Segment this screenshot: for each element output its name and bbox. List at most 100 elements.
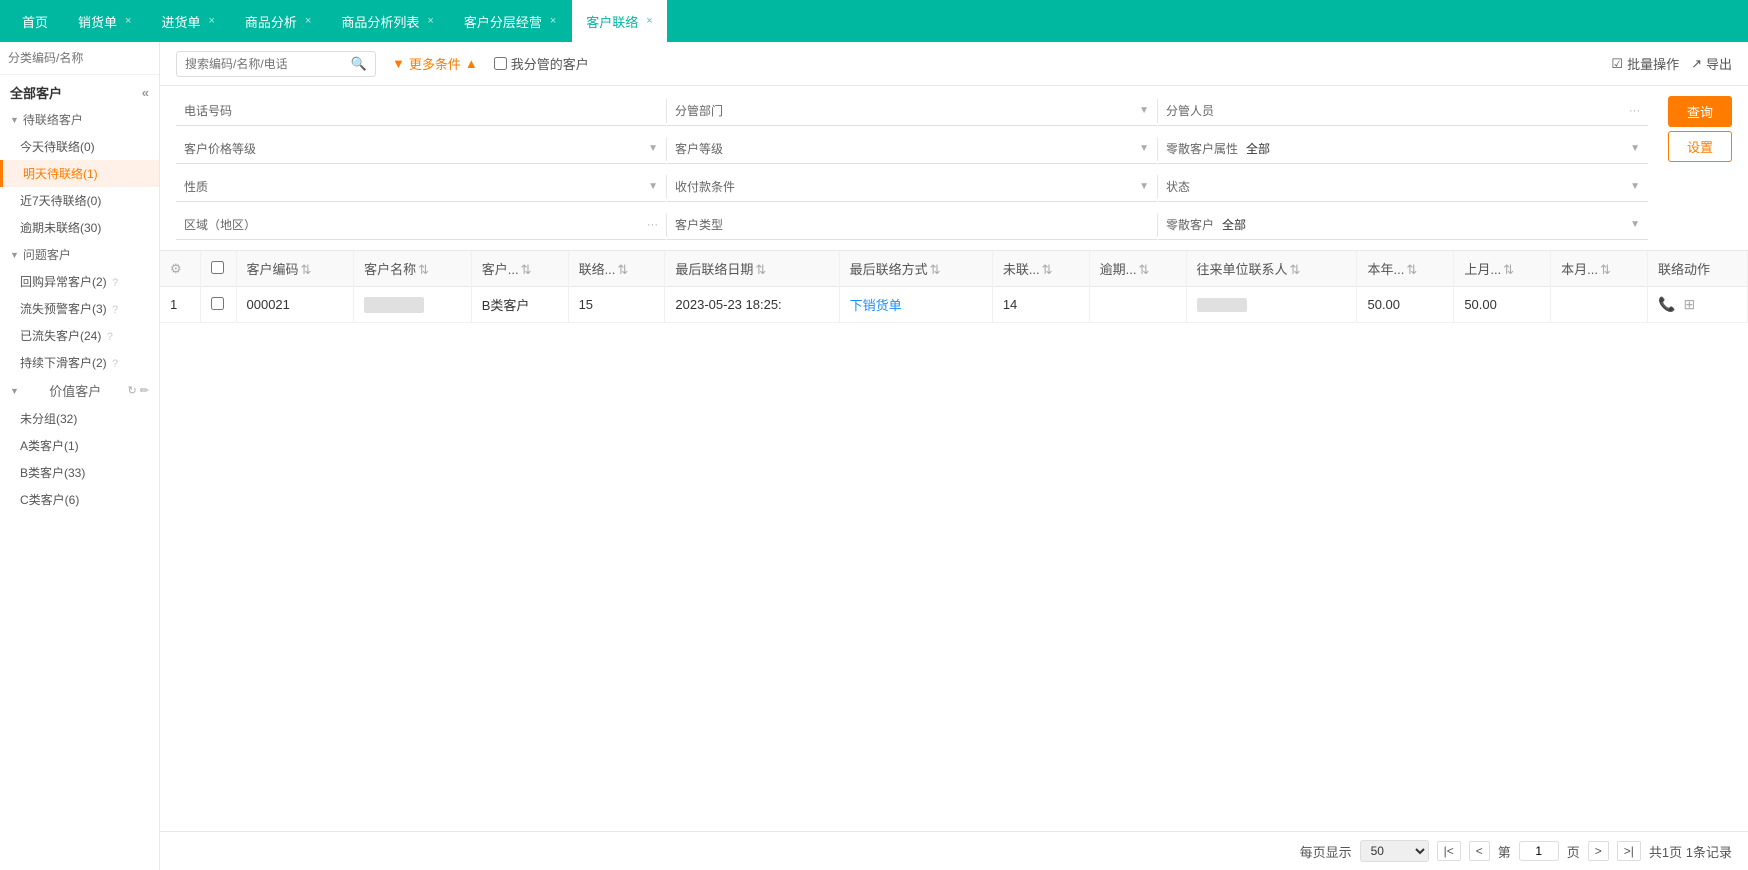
collapse-icon[interactable]: « [142,85,149,100]
sidebar-item-today[interactable]: 今天待联络(0) [0,133,159,160]
nav-product-analysis[interactable]: 商品分析 × [231,0,325,42]
filter-person: 分管人员 ··· [1158,96,1648,126]
close-product-analysis[interactable]: × [305,15,311,27]
sidebar-item-churned[interactable]: 已流失客户(24) ? [0,322,159,349]
my-customers-checkbox[interactable] [494,57,507,70]
all-customers-title[interactable]: 全部客户 « [0,75,159,106]
dropdown-icon[interactable]: ▼ [1139,143,1149,154]
last-page-button[interactable]: >| [1617,841,1641,861]
dropdown-icon[interactable]: ▼ [1139,181,1149,192]
filter-customer-grade[interactable]: 客户等级 ▼ [667,134,1157,164]
dropdown-icon[interactable]: ▼ [1139,105,1149,116]
next-page-button[interactable]: > [1588,841,1609,861]
sidebar-item-overdue[interactable]: 逾期未联络(30) [0,214,159,241]
cell-index: 1 [160,287,200,323]
page-size-select[interactable]: 50 100 200 [1360,840,1429,862]
filter-payment-terms[interactable]: 收付款条件 ▼ [667,172,1157,202]
close-purchase-order[interactable]: × [208,15,214,27]
filter-nature[interactable]: 性质 ▼ [176,172,666,202]
dropdown-icon[interactable]: ▼ [1630,181,1640,192]
sidebar-item-a-class[interactable]: A类客户(1) [0,432,159,459]
toolbar-right: ☑ 批量操作 ↗ 导出 [1611,54,1732,73]
close-customer-tier[interactable]: × [550,15,556,27]
batch-operation-button[interactable]: ☑ 批量操作 [1611,54,1679,73]
more-icon[interactable]: ··· [1629,105,1640,117]
more-icon[interactable]: ··· [647,219,658,231]
sidebar-group-value[interactable]: 价值客户 ↻ ✏ [0,376,159,405]
filter-panel: 电话号码 分管部门 ▼ 分管人员 ··· [160,86,1748,251]
nav-purchase-order[interactable]: 进货单 × [147,0,228,42]
grid-action-icon[interactable]: ⊞ [1683,296,1695,313]
nav-sales-order[interactable]: 销货单 × [64,0,145,42]
first-page-button[interactable]: |< [1437,841,1461,861]
filter-status[interactable]: 状态 ▼ [1158,172,1648,202]
filter-scatter-attr[interactable]: 零散客户属性 全部 ▼ [1158,134,1648,164]
more-filters-button[interactable]: ▼ 更多条件 ▲ [384,50,486,77]
sidebar-item-churn-warning[interactable]: 流失预警客户(3) ? [0,295,159,322]
filter-scatter-customer[interactable]: 零散客户 全部 ▼ [1158,210,1648,240]
nav-product-analysis-list[interactable]: 商品分析列表 × [327,0,447,42]
close-customer-contact[interactable]: × [646,15,652,27]
sidebar-item-ungrouped[interactable]: 未分组(32) [0,405,159,432]
col-settings[interactable]: ⚙ [160,251,200,287]
dropdown-icon[interactable]: ▼ [648,181,658,192]
sidebar-group-problem[interactable]: 问题客户 [0,241,159,268]
sidebar-item-declining[interactable]: 持续下滑客户(2) ? [0,349,159,376]
sidebar-search-input[interactable] [8,51,160,65]
cell-last-contact-method[interactable]: 下销货单 [839,287,992,323]
row-checkbox[interactable] [211,297,224,310]
phone-action-icon[interactable]: 📞 [1658,296,1675,313]
nav-customer-tier[interactable]: 客户分层经营 × [450,0,570,42]
content-area: 🔍 ▼ 更多条件 ▲ 我分管的客户 ☑ 批量操作 ↗ 导出 [160,42,1748,870]
cell-uncontacted: 14 [992,287,1089,323]
data-table: ⚙ 客户编码⇅ 客户名称⇅ 客户...⇅ [160,251,1748,831]
nav-home[interactable]: 首页 [8,0,62,42]
search-input[interactable] [185,57,345,71]
col-name: 客户名称⇅ [354,251,472,287]
filter-icon: ▼ [392,56,405,71]
filter-dept[interactable]: 分管部门 ▼ [667,96,1157,126]
filter-phone: 电话号码 [176,96,666,126]
search-box: 🔍 [176,51,376,77]
sidebar-search-area: 🔍 [0,42,159,75]
dropdown-icon[interactable]: ▼ [1630,219,1640,230]
cell-checkbox[interactable] [200,287,236,323]
sidebar-item-repurchase-abnormal[interactable]: 回购异常客户(2) ? [0,268,159,295]
close-sales-order[interactable]: × [125,15,131,27]
cell-action: 📞 ⊞ [1648,287,1748,323]
col-type: 客户...⇅ [471,251,568,287]
my-customers-checkbox-label[interactable]: 我分管的客户 [494,54,589,73]
page-input[interactable] [1519,841,1559,861]
col-last-month: 上月...⇅ [1454,251,1551,287]
filter-customer-type: 客户类型 [667,210,1157,240]
set-button[interactable]: 设置 [1668,131,1732,162]
filter-actions: 查询 设置 [1668,96,1732,162]
select-all-checkbox[interactable] [211,261,224,274]
last-contact-link[interactable]: 下销货单 [850,298,902,313]
prev-page-button[interactable]: < [1469,841,1490,861]
filter-row-3: 性质 ▼ 收付款条件 ▼ 状态 [176,172,1648,202]
dropdown-icon[interactable]: ▼ [1630,143,1640,154]
sidebar-item-tomorrow[interactable]: 明天待联络(1) [0,160,159,187]
sidebar: 🔍 全部客户 « 待联络客户 今天待联络(0) 明天待联络(1) 近7天待联络(… [0,42,160,870]
cell-unit-contact [1186,287,1357,323]
dropdown-icon[interactable]: ▼ [648,143,658,154]
sidebar-item-b-class[interactable]: B类客户(33) [0,459,159,486]
query-button[interactable]: 查询 [1668,96,1732,127]
filter-row-1: 电话号码 分管部门 ▼ 分管人员 ··· [176,96,1648,126]
nav-customer-contact[interactable]: 客户联络 × [572,0,666,42]
sidebar-group-pending[interactable]: 待联络客户 [0,106,159,133]
search-icon[interactable]: 🔍 [351,56,367,72]
checkbox-icon: ☑ [1611,56,1623,72]
col-action: 联络动作 [1648,251,1748,287]
close-product-analysis-list[interactable]: × [427,15,433,27]
sidebar-item-c-class[interactable]: C类客户(6) [0,486,159,513]
sidebar-item-7days[interactable]: 近7天待联络(0) [0,187,159,214]
col-checkbox [200,251,236,287]
cell-name [354,287,472,323]
filter-price-grade[interactable]: 客户价格等级 ▼ [176,134,666,164]
settings-icon[interactable]: ⚙ [170,261,182,276]
export-button[interactable]: ↗ 导出 [1691,54,1732,73]
export-icon: ↗ [1691,56,1702,72]
col-contact-count: 联络...⇅ [568,251,665,287]
